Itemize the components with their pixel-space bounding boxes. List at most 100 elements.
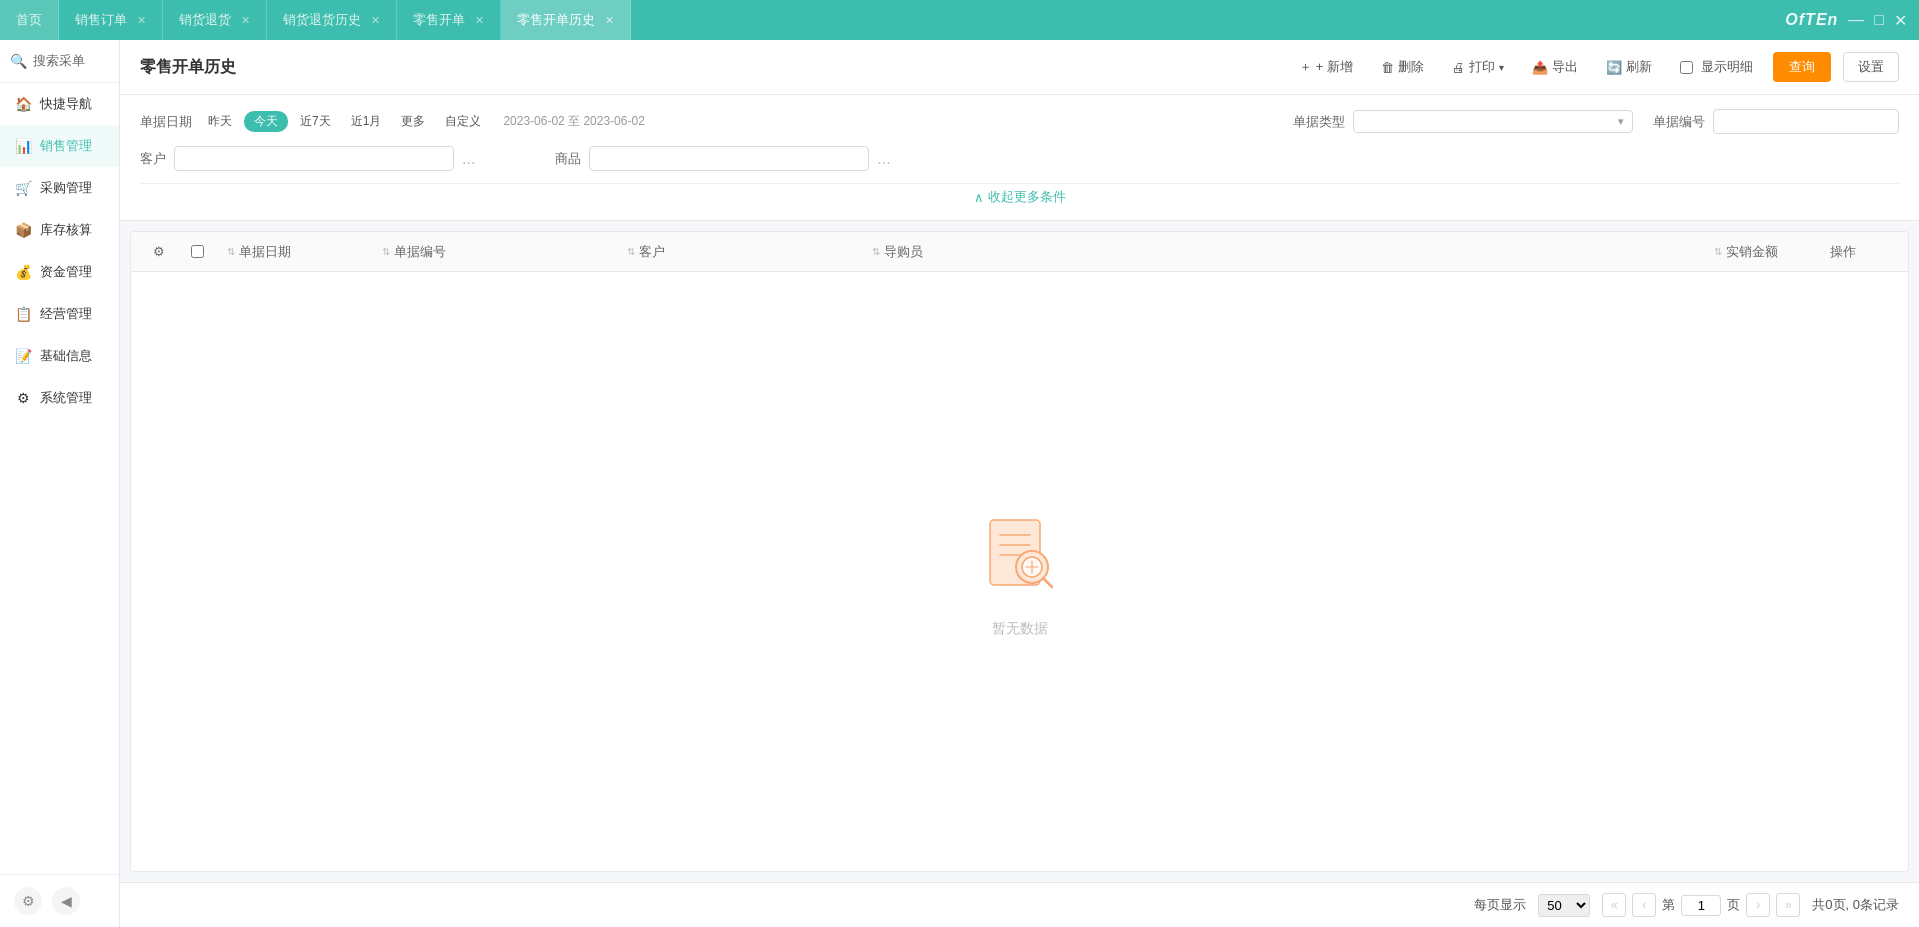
sidebar-item-purchase-mgmt[interactable]: 🛒 采购管理: [0, 167, 119, 209]
table-settings-btn[interactable]: ⚙: [141, 244, 177, 259]
add-button[interactable]: ＋ + 新增: [1291, 54, 1361, 80]
sidebar-bottom: ⚙ ◀: [0, 874, 119, 927]
date-7days-btn[interactable]: 近7天: [292, 111, 339, 132]
page-header: 零售开单历史 ＋ + 新增 🗑 删除 🖨 打印 ▾ 📤 导出: [120, 40, 1919, 95]
tab-sales-return-history[interactable]: 销货退货历史 ✕: [267, 0, 397, 40]
settings-button[interactable]: 设置: [1843, 52, 1899, 82]
sidebar-item-system[interactable]: ⚙ 系统管理: [0, 377, 119, 419]
per-page-select[interactable]: 50 10 20 100: [1538, 894, 1590, 917]
total-label: 共0页, 0条记录: [1812, 896, 1899, 914]
empty-illustration: [970, 505, 1070, 608]
sidebar-item-label: 库存核算: [40, 221, 92, 239]
col-date-sort-icon[interactable]: ⇅: [227, 246, 235, 257]
type-select-arrow: ▾: [1618, 115, 1624, 128]
display-detail-button[interactable]: 显示明细: [1672, 54, 1761, 80]
home-icon: 🏠: [14, 95, 32, 113]
col-action: 操作: [1788, 243, 1898, 261]
finance-icon: 💰: [14, 263, 32, 281]
last-page-btn[interactable]: »: [1776, 893, 1800, 917]
tab-sales-return[interactable]: 销货退货 ✕: [163, 0, 267, 40]
refresh-button[interactable]: 🔄 刷新: [1598, 54, 1660, 80]
delete-icon: 🗑: [1381, 60, 1394, 75]
filter-type-select[interactable]: ▾: [1353, 110, 1633, 133]
col-number-sort-icon[interactable]: ⇅: [382, 246, 390, 257]
date-yesterday-btn[interactable]: 昨天: [200, 111, 240, 132]
sidebar-collapse-btn[interactable]: ◀: [52, 887, 80, 915]
close-btn[interactable]: ✕: [1894, 11, 1907, 30]
collapse-filter-btn[interactable]: ∧ 收起更多条件: [140, 183, 1899, 210]
sidebar-item-inventory[interactable]: 📦 库存核算: [0, 209, 119, 251]
delete-button[interactable]: 🗑 删除: [1373, 54, 1432, 80]
sidebar: 🔍 搜索采单 🏠 快捷导航 📊 销售管理 🛒 采购管理 📦 库存核算 💰: [0, 40, 120, 927]
customer-select-btn[interactable]: ...: [462, 150, 475, 168]
next-page-btn[interactable]: ›: [1746, 893, 1770, 917]
settings-icon: ⚙: [153, 244, 165, 259]
date-today-btn[interactable]: 今天: [244, 111, 288, 132]
tab-retail-open[interactable]: 零售开单 ✕: [397, 0, 501, 40]
sidebar-item-label: 系统管理: [40, 389, 92, 407]
print-arrow-icon: ▾: [1499, 62, 1504, 73]
top-tabbar: 首页 销售订单 ✕ 销货退货 ✕ 销货退货历史 ✕ 零售开单 ✕ 零售开单历史 …: [0, 0, 1919, 40]
sidebar-search[interactable]: 🔍 搜索采单: [0, 40, 119, 83]
sidebar-item-label: 基础信息: [40, 347, 92, 365]
sidebar-item-sales-mgmt[interactable]: 📊 销售管理: [0, 125, 119, 167]
col-customer-sort-icon[interactable]: ⇅: [627, 246, 635, 257]
per-page-label: 每页显示: [1474, 896, 1526, 914]
tab-close-sales-order[interactable]: ✕: [137, 14, 146, 27]
filter-goods-input[interactable]: [589, 146, 869, 171]
sidebar-item-quick-nav[interactable]: 🏠 快捷导航: [0, 83, 119, 125]
sidebar-item-label: 销售管理: [40, 137, 92, 155]
inventory-icon: 📦: [14, 221, 32, 239]
maximize-btn[interactable]: □: [1874, 11, 1884, 29]
prev-page-btn[interactable]: ‹: [1632, 893, 1656, 917]
col-guide-sort-icon[interactable]: ⇅: [872, 246, 880, 257]
select-all-checkbox[interactable]: [191, 245, 204, 258]
tab-sales-order[interactable]: 销售订单 ✕: [59, 0, 163, 40]
filter-number-label: 单据编号: [1653, 113, 1705, 131]
query-button[interactable]: 查询: [1773, 52, 1831, 82]
minimize-btn[interactable]: —: [1848, 11, 1864, 29]
page-suffix: 页: [1727, 896, 1740, 914]
goods-select-btn[interactable]: ...: [877, 150, 890, 168]
tab-close-sales-return[interactable]: ✕: [241, 14, 250, 27]
export-button[interactable]: 📤 导出: [1524, 54, 1586, 80]
sidebar-item-label: 采购管理: [40, 179, 92, 197]
tab-retail-history[interactable]: 零售开单历史 ✕: [501, 0, 631, 40]
tab-close-sales-return-history[interactable]: ✕: [371, 14, 380, 27]
sidebar-item-finance[interactable]: 💰 资金管理: [0, 251, 119, 293]
table-header: ⚙ ⇅ 单据日期 ⇅ 单据编号 ⇅ 客户 ⇅: [131, 232, 1908, 272]
date-1month-btn[interactable]: 近1月: [343, 111, 390, 132]
collapse-arrow-icon: ∧: [974, 190, 984, 205]
purchase-icon: 🛒: [14, 179, 32, 197]
svg-line-6: [1043, 578, 1052, 587]
date-range-text: 2023-06-02 至 2023-06-02: [503, 113, 644, 130]
date-more-btn[interactable]: 更多: [393, 111, 433, 132]
print-icon: 🖨: [1452, 60, 1465, 75]
col-amount: ⇅ 实销金额: [1633, 243, 1788, 261]
operations-icon: 📋: [14, 305, 32, 323]
first-page-btn[interactable]: «: [1602, 893, 1626, 917]
sidebar-gear-btn[interactable]: ⚙: [14, 887, 42, 915]
sidebar-item-operations[interactable]: 📋 经营管理: [0, 293, 119, 335]
page-nav: « ‹ 第 页 › »: [1602, 893, 1800, 917]
filter-number-input[interactable]: [1713, 109, 1899, 134]
filter-row-1: 单据日期 昨天 今天 近7天 近1月 更多 自定义 2023-06-02 至 2…: [140, 109, 1899, 134]
print-button[interactable]: 🖨 打印 ▾: [1444, 54, 1512, 80]
page-title: 零售开单历史: [140, 57, 236, 78]
col-amount-sort-icon[interactable]: ⇅: [1714, 246, 1722, 257]
sidebar-item-base-info[interactable]: 📝 基础信息: [0, 335, 119, 377]
brand: OfTEn: [1785, 11, 1838, 29]
filter-customer-input[interactable]: [174, 146, 454, 171]
refresh-icon: 🔄: [1606, 60, 1622, 75]
tab-close-retail-history[interactable]: ✕: [605, 14, 614, 27]
tab-close-retail-open[interactable]: ✕: [475, 14, 484, 27]
date-custom-btn[interactable]: 自定义: [437, 111, 489, 132]
table-select-all[interactable]: [177, 245, 217, 258]
tab-home[interactable]: 首页: [0, 0, 59, 40]
filter-row-2: 客户 ... 商品 ...: [140, 146, 1899, 171]
display-detail-checkbox[interactable]: [1680, 61, 1693, 74]
col-date: ⇅ 单据日期: [217, 243, 372, 261]
system-icon: ⚙: [14, 389, 32, 407]
content-area: 零售开单历史 ＋ + 新增 🗑 删除 🖨 打印 ▾ 📤 导出: [120, 40, 1919, 927]
page-input[interactable]: [1681, 895, 1721, 916]
